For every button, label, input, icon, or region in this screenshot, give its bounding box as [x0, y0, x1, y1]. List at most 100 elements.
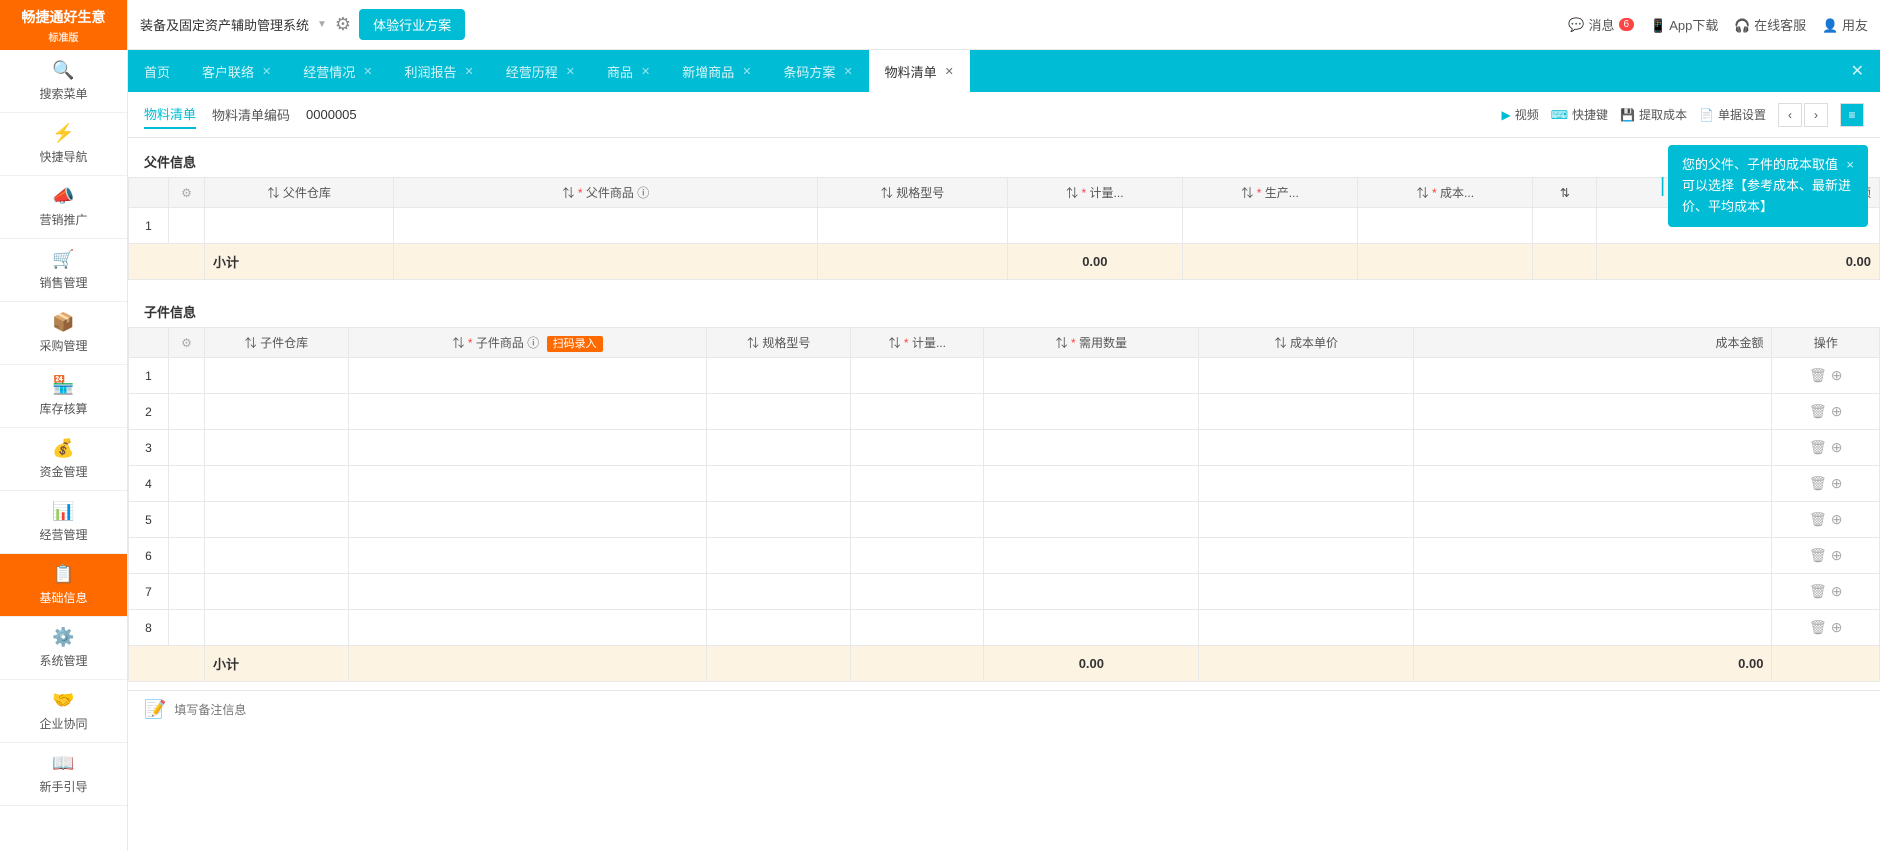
child-spec-cell[interactable]: [707, 538, 851, 574]
tab-close-icon[interactable]: ✕: [641, 65, 650, 78]
sort-icon[interactable]: ⇅: [889, 336, 901, 350]
child-warehouse-cell[interactable]: [205, 538, 349, 574]
child-goods-cell[interactable]: [348, 466, 706, 502]
sidebar-item-guide[interactable]: 📖 新手引导: [0, 743, 127, 806]
sort-icon[interactable]: ⇅: [881, 186, 893, 200]
child-unit-cost-cell[interactable]: [1199, 394, 1414, 430]
sort-icon[interactable]: ⇅: [1066, 186, 1078, 200]
grid-btn[interactable]: ≡: [1840, 103, 1864, 127]
sidebar-item-system[interactable]: ⚙️ 系统管理: [0, 617, 127, 680]
parent-spec-cell[interactable]: [818, 208, 1007, 244]
video-btn[interactable]: ▶ 视频: [1501, 106, 1538, 123]
tab-close-icon[interactable]: ✕: [945, 65, 954, 78]
tab-home[interactable]: 首页: [128, 50, 186, 92]
sidebar-item-marketing[interactable]: 📣 营销推广: [0, 176, 127, 239]
tab-close-icon[interactable]: ✕: [742, 65, 751, 78]
child-unit-cost-cell[interactable]: [1199, 358, 1414, 394]
delete-btn[interactable]: 🗑: [1809, 475, 1827, 492]
child-quantity-cell[interactable]: [984, 358, 1199, 394]
child-cost-amount-cell[interactable]: [1414, 574, 1772, 610]
next-page-btn[interactable]: ›: [1804, 103, 1828, 127]
delete-btn[interactable]: 🗑: [1809, 511, 1827, 528]
copy-btn[interactable]: ⊕: [1831, 547, 1843, 564]
child-warehouse-cell[interactable]: [205, 610, 349, 646]
sidebar-item-purchase[interactable]: 📦 采购管理: [0, 302, 127, 365]
sidebar-item-quicknav[interactable]: ⚡ 快捷导航: [0, 113, 127, 176]
tab-customer[interactable]: 客户联络 ✕: [186, 50, 287, 92]
child-goods-cell[interactable]: [348, 574, 706, 610]
child-unit-cell[interactable]: [851, 394, 984, 430]
tab-close-icon[interactable]: ✕: [262, 65, 271, 78]
tab-close-icon[interactable]: ✕: [465, 65, 474, 78]
child-unit-cost-cell[interactable]: [1199, 610, 1414, 646]
single-settings-btn[interactable]: 📄 单据设置: [1699, 106, 1766, 123]
sidebar-item-finance[interactable]: 💰 资金管理: [0, 428, 127, 491]
child-unit-cell[interactable]: [851, 430, 984, 466]
tab-bom[interactable]: 物料清单 ✕: [869, 50, 970, 92]
child-unit-cell[interactable]: [851, 358, 984, 394]
parent-warehouse-cell[interactable]: [205, 208, 394, 244]
child-unit-cell[interactable]: [851, 574, 984, 610]
child-cost-amount-cell[interactable]: [1414, 610, 1772, 646]
sub-tab-bom-code[interactable]: 物料清单编码: [212, 101, 290, 128]
child-unit-cell[interactable]: [851, 466, 984, 502]
trial-button[interactable]: 体验行业方案: [359, 9, 465, 40]
tab-close-icon[interactable]: ✕: [363, 65, 372, 78]
column-settings-icon[interactable]: ⚙: [181, 186, 192, 200]
app-download[interactable]: 📱 App下载: [1650, 15, 1718, 34]
child-col-settings[interactable]: ⚙: [169, 328, 205, 358]
delete-btn[interactable]: 🗑: [1809, 439, 1827, 456]
system-dropdown-arrow[interactable]: ▼: [317, 19, 327, 30]
global-close-icon[interactable]: ✕: [1835, 61, 1880, 81]
scan-tag[interactable]: 扫码录入: [547, 336, 603, 352]
child-warehouse-cell[interactable]: [205, 466, 349, 502]
tab-operation-history[interactable]: 经营历程 ✕: [490, 50, 591, 92]
child-cost-amount-cell[interactable]: [1414, 466, 1772, 502]
parent-production-cell[interactable]: [1182, 208, 1357, 244]
sort-icon[interactable]: ⇅: [453, 336, 465, 350]
tab-goods[interactable]: 商品 ✕: [591, 50, 666, 92]
copy-btn[interactable]: ⊕: [1831, 511, 1843, 528]
delete-btn[interactable]: 🗑: [1809, 583, 1827, 600]
sidebar-item-basic[interactable]: 📋 基础信息: [0, 554, 127, 617]
child-spec-cell[interactable]: [707, 502, 851, 538]
sort-icon[interactable]: ⇅: [562, 186, 574, 200]
child-quantity-cell[interactable]: [984, 430, 1199, 466]
copy-btn[interactable]: ⊕: [1831, 403, 1843, 420]
sort-icon[interactable]: ⇅: [1241, 186, 1253, 200]
copy-btn[interactable]: ⊕: [1831, 619, 1843, 636]
child-warehouse-cell[interactable]: [205, 574, 349, 610]
child-warehouse-cell[interactable]: [205, 430, 349, 466]
child-spec-cell[interactable]: [707, 358, 851, 394]
sidebar-item-operation[interactable]: 📊 经营管理: [0, 491, 127, 554]
parent-unit-cell[interactable]: [1007, 208, 1182, 244]
column-settings-icon[interactable]: ⚙: [181, 336, 192, 350]
sidebar-item-sales[interactable]: 🛒 销售管理: [0, 239, 127, 302]
copy-btn[interactable]: ⊕: [1831, 367, 1843, 384]
child-quantity-cell[interactable]: [984, 466, 1199, 502]
child-goods-cell[interactable]: [348, 430, 706, 466]
note-input[interactable]: [174, 703, 1864, 717]
child-unit-cost-cell[interactable]: [1199, 538, 1414, 574]
child-goods-cell[interactable]: [348, 502, 706, 538]
child-unit-cost-cell[interactable]: [1199, 502, 1414, 538]
child-quantity-cell[interactable]: [984, 574, 1199, 610]
parent-col-settings[interactable]: ⚙: [169, 178, 205, 208]
child-cost-amount-cell[interactable]: [1414, 430, 1772, 466]
delete-btn[interactable]: 🗑: [1809, 367, 1827, 384]
sort-icon[interactable]: ⇅: [747, 336, 759, 350]
sort-icon[interactable]: ⇅: [245, 336, 257, 350]
tab-barcode[interactable]: 条码方案 ✕: [767, 50, 868, 92]
child-goods-cell[interactable]: [348, 538, 706, 574]
user-area[interactable]: 👤 用友: [1822, 15, 1868, 34]
child-spec-cell[interactable]: [707, 430, 851, 466]
child-warehouse-cell[interactable]: [205, 394, 349, 430]
child-quantity-cell[interactable]: [984, 394, 1199, 430]
tab-new-goods[interactable]: 新增商品 ✕: [666, 50, 767, 92]
sort-icon[interactable]: ⇅: [1417, 186, 1429, 200]
child-goods-cell[interactable]: [348, 358, 706, 394]
child-cost-amount-cell[interactable]: [1414, 358, 1772, 394]
child-quantity-cell[interactable]: [984, 502, 1199, 538]
parent-sort-cell[interactable]: [1533, 208, 1597, 244]
child-quantity-cell[interactable]: [984, 538, 1199, 574]
